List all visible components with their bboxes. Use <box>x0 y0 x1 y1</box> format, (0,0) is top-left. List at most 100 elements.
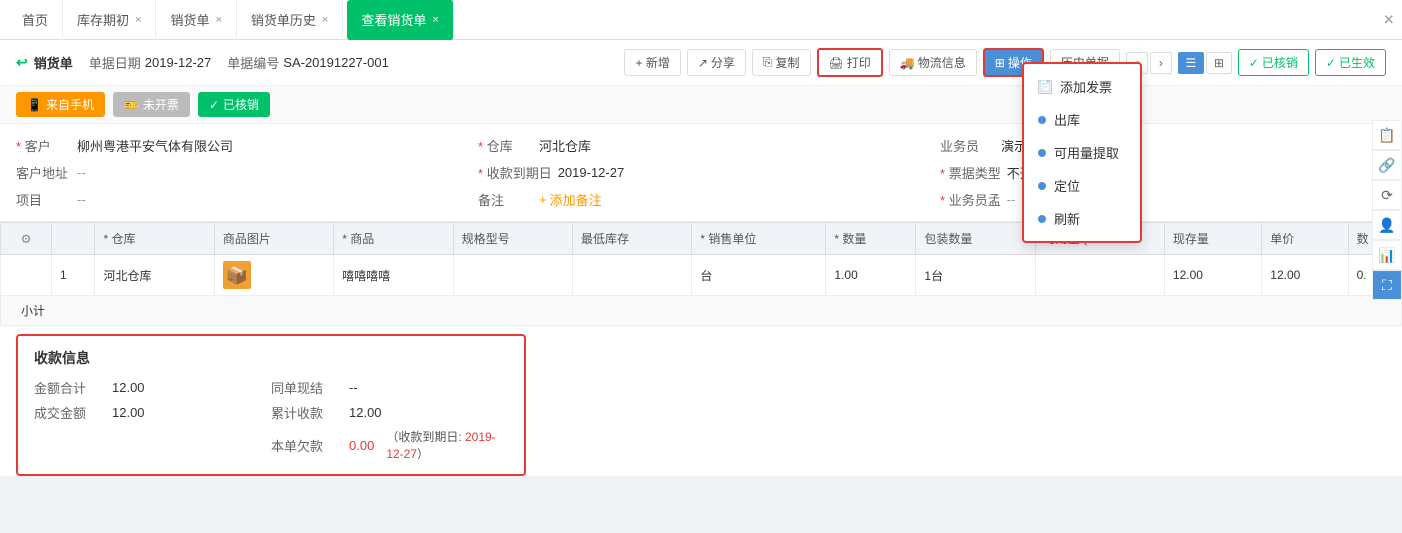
payment-date-label: * 收款到期日 <box>478 163 552 182</box>
right-icon-3[interactable]: ⟳ <box>1372 180 1402 210</box>
table-wrap: ⚙ * 仓库 商品图片 * 商品 规格型号 最低库存 * 销售单位 * 数量 包… <box>0 221 1402 326</box>
doc-type-label: 销货单 <box>34 53 73 72</box>
project-value: -- <box>77 192 86 207</box>
amount-label: 金额合计 <box>34 378 104 397</box>
debt-value: 0.00 <box>349 438 374 453</box>
new-button[interactable]: + 新增 <box>624 49 680 76</box>
customer-row: * 客户 柳州粤港平安气体有限公司 <box>16 136 462 155</box>
cumulative-label: 累计收款 <box>271 403 341 422</box>
ticket-icon: 🎫 <box>124 98 139 112</box>
tab-bar: 首页 库存期初 × 销货单 × 销货单历史 × 查看销货单 × × <box>0 0 1402 40</box>
cumulative-value: 12.00 <box>349 405 382 420</box>
window-close-button[interactable]: × <box>1383 9 1394 30</box>
main-content: ↩ 销货单 单据日期 2019-12-27 单据编号 SA-20191227-0… <box>0 40 1402 476</box>
tab-view-sales[interactable]: 查看销货单 × <box>347 0 453 40</box>
form-section: * 客户 柳州粤港平安气体有限公司 * 仓库 河北仓库 业务员 演示账号 客户地… <box>0 124 1402 221</box>
payment-rows: 金额合计 12.00 同单现结 -- 成交金额 12.00 累计收款 12.00 <box>34 378 508 462</box>
col-min-stock: 最低库存 <box>572 223 691 255</box>
dropdown-refresh[interactable]: 刷新 <box>1024 202 1140 235</box>
row-warehouse: 河北仓库 <box>95 255 214 296</box>
col-pkg-qty: 包装数量 <box>916 223 1035 255</box>
project-label: 项目 <box>16 190 71 209</box>
tab-sales-history-close[interactable]: × <box>322 14 328 26</box>
salesperson-label: * 业务员孟 <box>940 190 1001 209</box>
tab-sales-close[interactable]: × <box>215 14 221 26</box>
tab-sales[interactable]: 销货单 × <box>156 0 236 40</box>
add-note-button[interactable]: + 添加备注 <box>539 190 602 209</box>
amount-value: 12.00 <box>112 380 145 395</box>
payment-date-value: 2019-12-27 <box>558 165 625 180</box>
right-sidebar-icons: 📋 🔗 ⟳ 👤 📊 ⛶ <box>1372 120 1402 300</box>
row-stock: 12.00 <box>1164 255 1261 296</box>
tab-home[interactable]: 首页 <box>8 0 63 40</box>
locate-dot <box>1038 182 1046 190</box>
row-image: 📦 <box>214 255 333 296</box>
table-row: 1 河北仓库 📦 嘻嘻嘻嘻 台 1.00 1台 12.00 12.00 <box>1 255 1402 296</box>
deal-value: 12.00 <box>112 405 145 420</box>
product-thumbnail: 📦 <box>223 261 251 289</box>
debt-label: 本单欠款 <box>271 436 341 455</box>
dropdown-locate[interactable]: 定位 <box>1024 169 1140 202</box>
dropdown-add-invoice[interactable]: 📄 添加发票 <box>1024 70 1140 103</box>
payment-title: 收款信息 <box>34 348 508 368</box>
tab-sales-history[interactable]: 销货单历史 × <box>237 0 343 40</box>
dropdown-quantity[interactable]: 可用量提取 <box>1024 136 1140 169</box>
row-qty: 1.00 <box>826 255 916 296</box>
sold-button[interactable]: ✓ 已核销 <box>1238 49 1309 76</box>
copy-icon: ⎘ <box>763 55 773 70</box>
ticket-label: * 票据类型 <box>940 163 1001 182</box>
payment-section: 收款信息 金额合计 12.00 同单现结 -- 成交金额 12.00 累计收款 … <box>16 334 526 476</box>
project-row: 项目 -- <box>16 190 462 209</box>
share-button[interactable]: ↗ 分享 <box>687 49 746 76</box>
unopened-btn[interactable]: 🎫 未开票 <box>113 92 190 117</box>
row-min-stock <box>572 255 691 296</box>
doc-number-group: 单据编号 SA-20191227-001 <box>227 53 389 72</box>
mobile-btn[interactable]: 📱 来自手机 <box>16 92 105 117</box>
row-gear <box>1 255 52 296</box>
tab-sales-history-label: 销货单历史 <box>251 10 316 29</box>
list-view-btn[interactable]: ☰ <box>1178 52 1204 74</box>
next-arrow[interactable]: › <box>1150 52 1172 74</box>
col-gear: ⚙ <box>1 223 52 255</box>
sub-toolbar: 📱 来自手机 🎫 未开票 ✓ 已核销 <box>0 86 1402 124</box>
right-icon-5[interactable]: 📊 <box>1372 240 1402 270</box>
refresh-dot <box>1038 215 1046 223</box>
right-icon-4[interactable]: 👤 <box>1372 210 1402 240</box>
payment-date-row: * 收款到期日 2019-12-27 <box>478 163 924 182</box>
toolbar: + 新增 ↗ 分享 ⎘ 复制 🖨 打印 🚚 物流信息 <box>624 48 1386 77</box>
dropdown-outbound-label: 出库 <box>1054 110 1080 129</box>
print-button[interactable]: 🖨 打印 <box>817 48 883 77</box>
share-icon: ↗ <box>698 56 708 70</box>
col-spec: 规格型号 <box>453 223 572 255</box>
row-price: 12.00 <box>1262 255 1348 296</box>
tab-inventory[interactable]: 库存期初 × <box>63 0 156 40</box>
logistics-button[interactable]: 🚚 物流信息 <box>889 49 977 76</box>
right-icon-2[interactable]: 🔗 <box>1372 150 1402 180</box>
doc-type-icon: ↩ <box>16 54 28 71</box>
dropdown-locate-label: 定位 <box>1054 176 1080 195</box>
same-order-value: -- <box>349 380 358 395</box>
ticket-row: * 票据类型 不开票 <box>940 163 1386 182</box>
product-table: ⚙ * 仓库 商品图片 * 商品 规格型号 最低库存 * 销售单位 * 数量 包… <box>0 222 1402 326</box>
copy-button[interactable]: ⎘ 复制 <box>752 49 811 76</box>
dropdown-add-invoice-label: 添加发票 <box>1060 77 1112 96</box>
col-unit: * 销售单位 <box>692 223 826 255</box>
grid-view-btn[interactable]: ⊞ <box>1206 52 1232 74</box>
right-icon-1[interactable]: 📋 <box>1372 120 1402 150</box>
confirm-btn[interactable]: ✓ 已核销 <box>198 92 270 117</box>
customer-label: * 客户 <box>16 136 71 155</box>
row-pkg-qty: 1台 <box>916 255 1035 296</box>
effect-button[interactable]: ✓ 已生效 <box>1315 49 1386 76</box>
subtotal-row: 小计 <box>1 296 1402 326</box>
check2-icon: ✓ <box>1326 56 1336 70</box>
right-icon-expand[interactable]: ⛶ <box>1372 270 1402 300</box>
warehouse-label: * 仓库 <box>478 136 533 155</box>
row-num: 1 <box>51 255 94 296</box>
staff-row: 业务员 演示账号 <box>940 136 1386 155</box>
tab-inventory-close[interactable]: × <box>135 14 141 26</box>
mobile-icon: 📱 <box>27 98 42 112</box>
tab-inventory-label: 库存期初 <box>77 10 129 29</box>
doc-date-label: 单据日期 <box>89 53 141 72</box>
tab-view-sales-close[interactable]: × <box>432 14 438 26</box>
dropdown-outbound[interactable]: 出库 <box>1024 103 1140 136</box>
